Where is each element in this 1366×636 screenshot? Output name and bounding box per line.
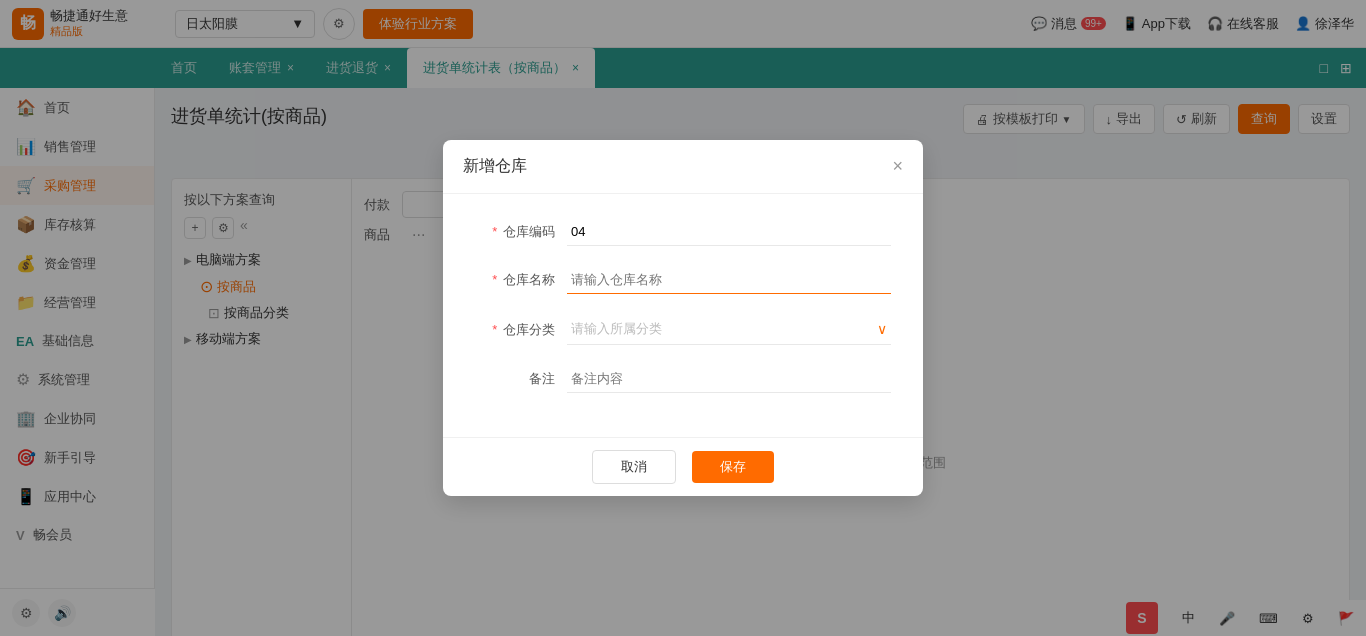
category-select[interactable]: 请输入所属分类 ∨ (567, 314, 891, 345)
note-label: 备注 (475, 370, 555, 388)
dialog-body: * 仓库编码 * 仓库名称 * 仓库分类 请输入所属 (443, 194, 923, 437)
form-row-name: * 仓库名称 (475, 266, 891, 294)
form-row-category: * 仓库分类 请输入所属分类 ∨ (475, 314, 891, 345)
dialog-footer: 取消 保存 (443, 437, 923, 496)
form-row-note: 备注 (475, 365, 891, 393)
new-warehouse-dialog: 新增仓库 × * 仓库编码 * 仓库名称 (443, 140, 923, 496)
category-label: * 仓库分类 (475, 321, 555, 339)
save-button[interactable]: 保存 (692, 451, 774, 483)
category-placeholder: 请输入所属分类 (571, 320, 662, 338)
name-label: * 仓库名称 (475, 271, 555, 289)
form-row-code: * 仓库编码 (475, 218, 891, 246)
code-label: * 仓库编码 (475, 223, 555, 241)
name-input[interactable] (567, 266, 891, 294)
code-input[interactable] (567, 218, 891, 246)
dialog-close-button[interactable]: × (892, 156, 903, 177)
cancel-button[interactable]: 取消 (592, 450, 676, 484)
modal-overlay: 新增仓库 × * 仓库编码 * 仓库名称 (0, 0, 1366, 636)
dialog-title: 新增仓库 (463, 156, 527, 177)
note-input[interactable] (567, 365, 891, 393)
dialog-header: 新增仓库 × (443, 140, 923, 194)
category-chevron-icon: ∨ (877, 321, 887, 337)
